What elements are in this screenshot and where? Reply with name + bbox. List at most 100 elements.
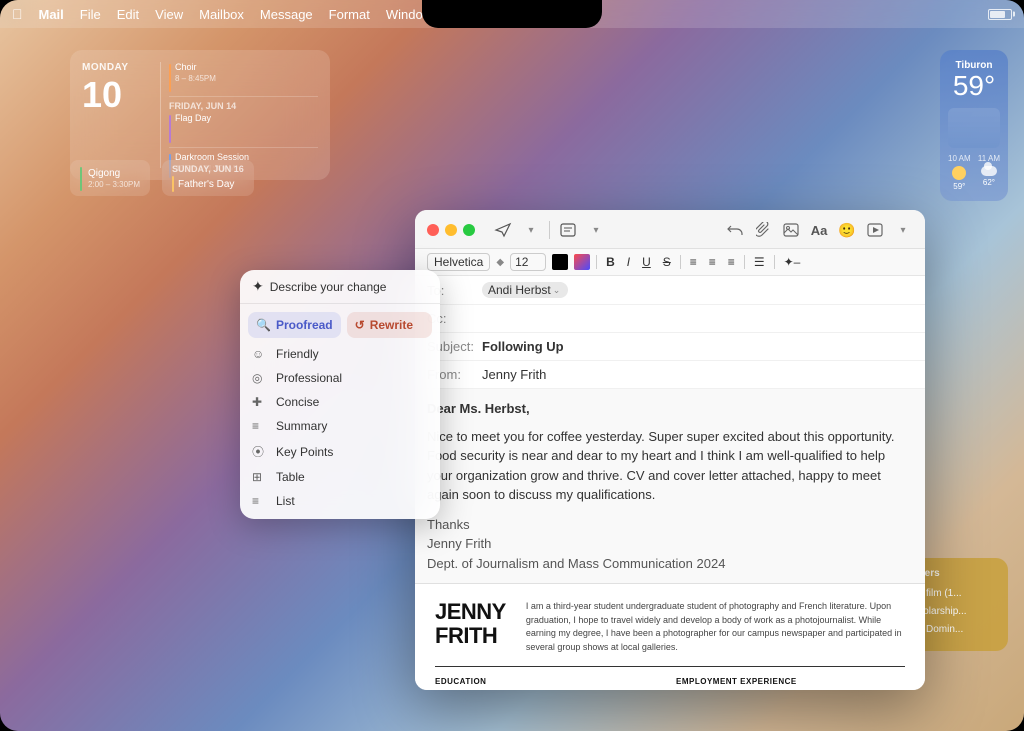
friendly-icon: ☺ xyxy=(252,347,268,361)
ai-action-buttons: 🔍 Proofread ↺ Rewrite xyxy=(240,304,440,342)
mail-compose-window: ▾ ▾ xyxy=(415,210,925,690)
list-button[interactable]: ☰ xyxy=(751,254,768,270)
menu-item-edit[interactable]: Edit xyxy=(117,7,139,22)
photo-icon[interactable] xyxy=(781,220,801,240)
menu-item-file[interactable]: File xyxy=(80,7,101,22)
weather-widget: Tiburon 59° 10 AM 59° 11 AM 62° xyxy=(940,50,1008,201)
summary-icon: ≡ xyxy=(252,419,268,433)
font-size-input[interactable]: 12 xyxy=(510,253,546,271)
cv-section: JENNY FRITH I am a third-year student un… xyxy=(415,583,925,690)
send-icon[interactable] xyxy=(493,220,513,240)
from-value: Jenny Frith xyxy=(482,367,913,382)
keypoints-icon: ⦿ xyxy=(252,443,268,460)
notch xyxy=(422,0,602,28)
cal-event-flagday: Flag Day xyxy=(175,113,211,125)
menu-item-view[interactable]: View xyxy=(155,7,183,22)
subject-field-row: Subject: Following Up xyxy=(415,333,925,361)
cv-name: JENNY FRITH xyxy=(435,600,506,648)
cc-field-row: Cc: xyxy=(415,305,925,333)
cv-education-header: EDUCATION xyxy=(435,677,664,686)
email-greeting: Dear Ms. Herbst, xyxy=(427,399,913,419)
weather-fc-time-0: 10 AM xyxy=(948,154,971,163)
text-color-button[interactable] xyxy=(552,254,568,270)
email-body-text[interactable]: Dear Ms. Herbst, Nice to meet you for co… xyxy=(415,389,925,583)
proofread-button[interactable]: 🔍 Proofread xyxy=(248,312,341,338)
proofread-icon: 🔍 xyxy=(256,318,271,332)
desktop:  Mail File Edit View Mailbox Message Fo… xyxy=(0,0,1024,731)
menu-item-message[interactable]: Message xyxy=(260,7,313,22)
calendar-date: 10 xyxy=(82,77,152,113)
device-frame:  Mail File Edit View Mailbox Message Fo… xyxy=(0,0,1024,731)
ai-menu-keypoints[interactable]: ⦿ Key Points xyxy=(240,438,440,465)
weather-fc-temp-1: 62° xyxy=(978,178,1000,187)
media-icon[interactable] xyxy=(865,220,885,240)
chevron-down-icon-2[interactable]: ▾ xyxy=(893,220,913,240)
menu-item-mailbox[interactable]: Mailbox xyxy=(199,7,244,22)
italic-button[interactable]: I xyxy=(624,254,633,270)
maximize-button[interactable] xyxy=(463,224,475,236)
cal-qigong: Qigong xyxy=(88,167,140,180)
email-body[interactable]: Dear Ms. Herbst, Nice to meet you for co… xyxy=(415,389,925,690)
ai-menu-concise[interactable]: ✚ Concise xyxy=(240,390,440,414)
ai-writing-popup: ✦ Describe your change 🔍 Proofread ↺ Rew… xyxy=(240,270,440,519)
apple-menu[interactable]:  xyxy=(12,6,23,22)
ai-menu-summary[interactable]: ≡ Summary xyxy=(240,414,440,438)
minimize-button[interactable] xyxy=(445,224,457,236)
ai-describe-row: ✦ Describe your change xyxy=(240,270,440,304)
more-formatting-button[interactable]: ✦– xyxy=(781,254,804,270)
subject-value[interactable]: Following Up xyxy=(482,339,913,354)
attachment-icon[interactable] xyxy=(753,220,773,240)
concise-icon: ✚ xyxy=(252,395,268,409)
ai-menu-professional[interactable]: ◎ Professional xyxy=(240,366,440,390)
from-field-row: From: Jenny Frith xyxy=(415,361,925,389)
rewrite-button[interactable]: ↺ Rewrite xyxy=(347,312,432,338)
cal-fathers-day: Father's Day xyxy=(178,178,234,191)
sun-icon xyxy=(952,166,966,180)
highlight-color-button[interactable] xyxy=(574,254,590,270)
rewrite-icon: ↺ xyxy=(355,318,365,332)
window-toolbar: ▾ ▾ xyxy=(415,210,925,249)
bold-button[interactable]: B xyxy=(603,254,618,270)
font-selector[interactable]: Helvetica xyxy=(427,253,490,271)
email-paragraph: Nice to meet you for coffee yesterday. S… xyxy=(427,427,913,505)
traffic-lights xyxy=(427,224,475,236)
list-icon: ≡ xyxy=(252,494,268,508)
menu-item-format[interactable]: Format xyxy=(329,7,370,22)
ai-menu-list[interactable]: ≡ List xyxy=(240,489,440,513)
cv-bio: I am a third-year student undergraduate … xyxy=(526,600,905,654)
cal-event-choir-time: 8 – 8:45PM xyxy=(175,74,216,83)
format-bar: Helvetica ◆ 12 B I U S ≡ ≡ ≡ ☰ ✦– xyxy=(415,249,925,276)
weather-temp: 59° xyxy=(948,71,1000,102)
align-right-button[interactable]: ≡ xyxy=(725,254,738,270)
strikethrough-button[interactable]: S xyxy=(660,254,674,270)
cv-employment-col: EMPLOYMENT EXPERIENCE SEPTEMBER 2021–PRE… xyxy=(676,677,905,690)
cv-education-col: EDUCATION Expected June 2024 BACHELOR OF… xyxy=(435,677,664,690)
font-icon[interactable]: Aa xyxy=(809,220,829,240)
undo-icon[interactable] xyxy=(725,220,745,240)
format-view-icon[interactable] xyxy=(558,220,578,240)
align-left-button[interactable]: ≡ xyxy=(687,254,700,270)
emoji-icon[interactable]: 🙂 xyxy=(837,220,857,240)
cal-event-choir-name: Choir xyxy=(175,62,216,74)
to-value[interactable]: Andi Herbst ⌄ xyxy=(482,282,568,298)
battery-icon xyxy=(988,9,1012,20)
cv-divider xyxy=(435,666,905,667)
underline-button[interactable]: U xyxy=(639,254,654,270)
ai-describe-label[interactable]: Describe your change xyxy=(270,280,387,294)
to-field-row: To: Andi Herbst ⌄ xyxy=(415,276,925,305)
email-closing: Thanks Jenny Frith Dept. of Journalism a… xyxy=(427,515,913,574)
email-fields: To: Andi Herbst ⌄ Cc: Subject: Following… xyxy=(415,276,925,389)
cloud-icon xyxy=(981,166,997,176)
format-view-chevron[interactable]: ▾ xyxy=(586,220,606,240)
ai-menu-friendly[interactable]: ☺ Friendly xyxy=(240,342,440,366)
table-icon: ⊞ xyxy=(252,470,268,484)
menu-item-mail[interactable]: Mail xyxy=(39,7,64,22)
professional-icon: ◎ xyxy=(252,371,268,385)
ai-sparkle-icon: ✦ xyxy=(252,278,264,295)
close-button[interactable] xyxy=(427,224,439,236)
chevron-down-icon[interactable]: ▾ xyxy=(521,220,541,240)
align-center-button[interactable]: ≡ xyxy=(706,254,719,270)
ai-menu-table[interactable]: ⊞ Table xyxy=(240,465,440,489)
cv-employment-header: EMPLOYMENT EXPERIENCE xyxy=(676,677,905,686)
calendar-day-label: MONDAY xyxy=(82,62,152,73)
